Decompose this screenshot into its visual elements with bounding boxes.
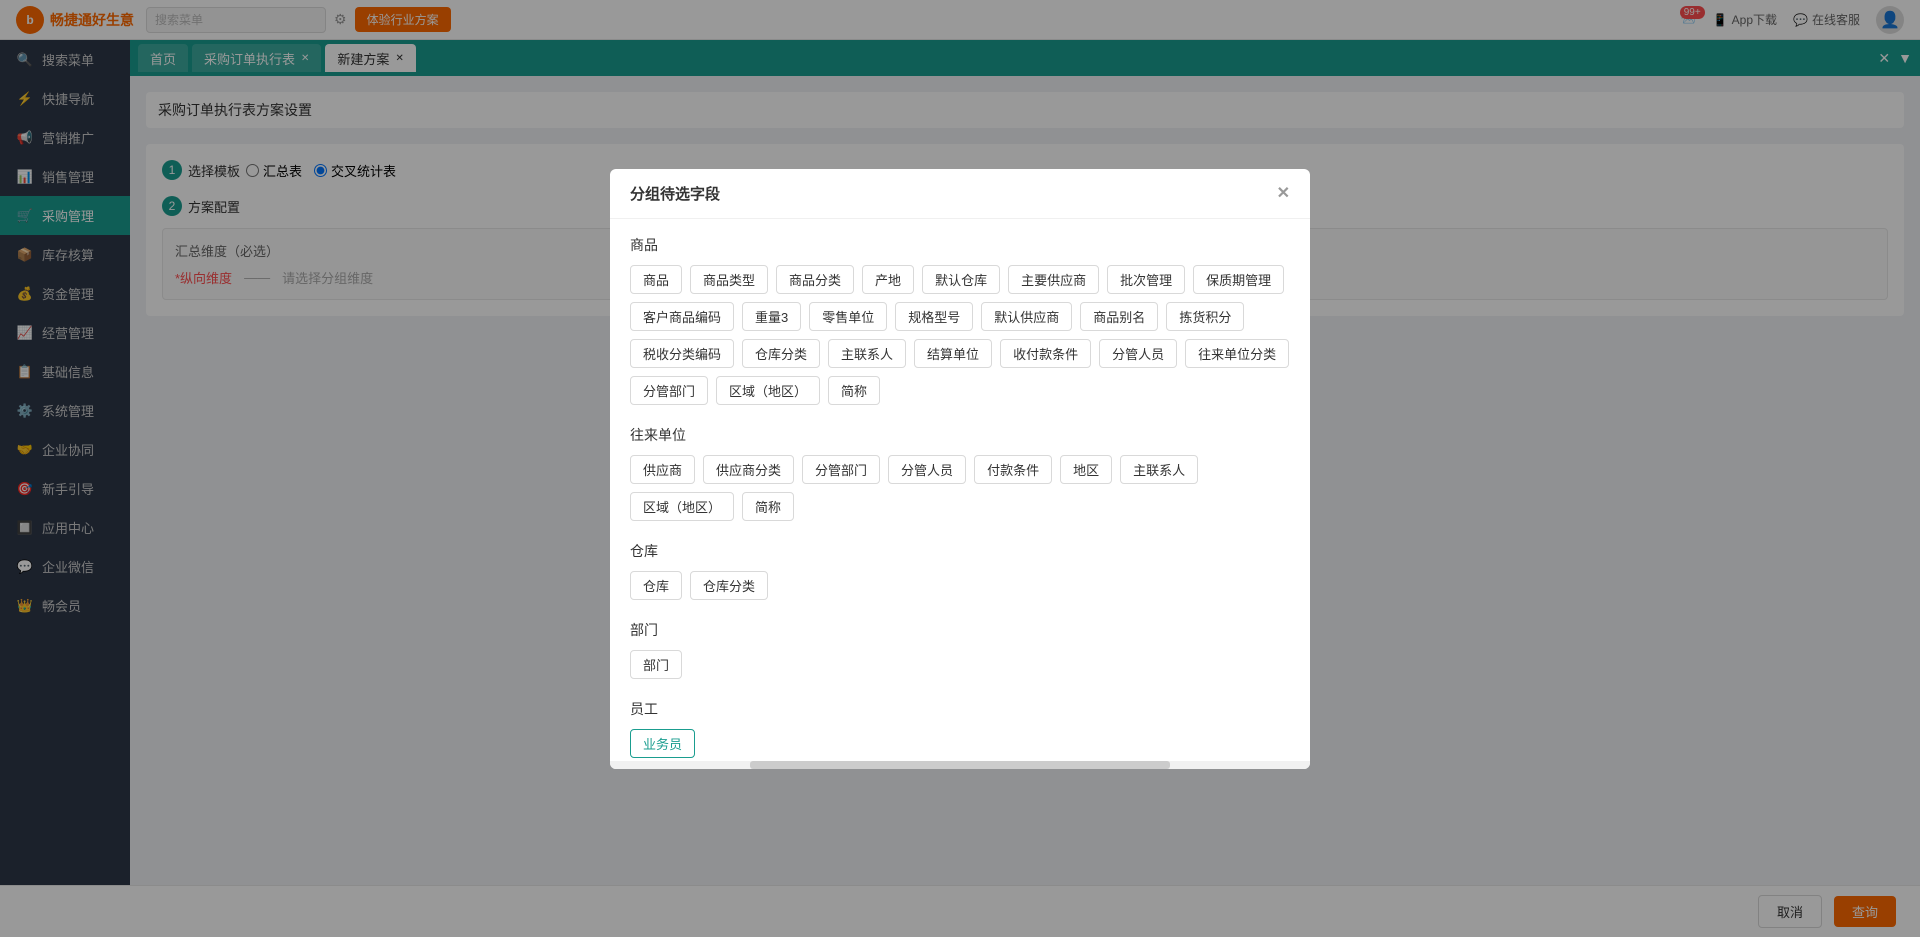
section-warehouse-tags: 仓库 仓库分类 <box>630 571 1290 600</box>
tag-supervisor[interactable]: 分管人员 <box>1099 339 1177 368</box>
section-employee: 员工 业务员 <box>630 699 1290 758</box>
tag-partner-dept[interactable]: 分管部门 <box>802 455 880 484</box>
tag-partner-contact[interactable]: 主联系人 <box>1120 455 1198 484</box>
tag-dept[interactable]: 分管部门 <box>630 376 708 405</box>
tag-warehouse[interactable]: 仓库 <box>630 571 682 600</box>
tag-origin[interactable]: 产地 <box>862 265 914 294</box>
tag-partner-shortname[interactable]: 简称 <box>742 492 794 521</box>
tag-goods[interactable]: 商品 <box>630 265 682 294</box>
tag-partner-category[interactable]: 往来单位分类 <box>1185 339 1289 368</box>
tag-expiry-mgmt[interactable]: 保质期管理 <box>1193 265 1284 294</box>
tag-goods-alias[interactable]: 商品别名 <box>1080 302 1158 331</box>
tag-shortname-goods[interactable]: 简称 <box>828 376 880 405</box>
tag-goods-type[interactable]: 商品类型 <box>690 265 768 294</box>
tag-warehouse-category[interactable]: 仓库分类 <box>742 339 820 368</box>
tag-default-supplier[interactable]: 默认供应商 <box>981 302 1072 331</box>
tag-batch-mgmt[interactable]: 批次管理 <box>1107 265 1185 294</box>
tag-region[interactable]: 区域（地区） <box>716 376 820 405</box>
tag-department[interactable]: 部门 <box>630 650 682 679</box>
section-goods-title: 商品 <box>630 235 1290 255</box>
modal-title: 分组待选字段 <box>630 183 720 204</box>
section-warehouse-title: 仓库 <box>630 541 1290 561</box>
section-goods: 商品 商品 商品类型 商品分类 产地 默认仓库 主要供应商 批次管理 保质期管理… <box>630 235 1290 405</box>
scroll-thumb <box>750 761 1170 769</box>
section-department-title: 部门 <box>630 620 1290 640</box>
tag-goods-category[interactable]: 商品分类 <box>776 265 854 294</box>
section-partner: 往来单位 供应商 供应商分类 分管部门 分管人员 付款条件 地区 主联系人 区域… <box>630 425 1290 521</box>
section-department: 部门 部门 <box>630 620 1290 679</box>
tag-pick-points[interactable]: 拣货积分 <box>1166 302 1244 331</box>
section-employee-title: 员工 <box>630 699 1290 719</box>
modal-overlay: 分组待选字段 ✕ 商品 商品 商品类型 商品分类 产地 默认仓库 主要供应商 批… <box>0 0 1920 937</box>
tag-tax-code[interactable]: 税收分类编码 <box>630 339 734 368</box>
section-partner-tags: 供应商 供应商分类 分管部门 分管人员 付款条件 地区 主联系人 区域（地区） … <box>630 455 1290 521</box>
tag-partner-region[interactable]: 区域（地区） <box>630 492 734 521</box>
tag-payment-terms[interactable]: 收付款条件 <box>1000 339 1091 368</box>
tag-warehouse-cat[interactable]: 仓库分类 <box>690 571 768 600</box>
modal-header: 分组待选字段 ✕ <box>610 169 1310 219</box>
tag-main-contact[interactable]: 主联系人 <box>828 339 906 368</box>
tag-supplier[interactable]: 供应商 <box>630 455 695 484</box>
modal: 分组待选字段 ✕ 商品 商品 商品类型 商品分类 产地 默认仓库 主要供应商 批… <box>610 169 1310 769</box>
section-partner-title: 往来单位 <box>630 425 1290 445</box>
section-goods-tags: 商品 商品类型 商品分类 产地 默认仓库 主要供应商 批次管理 保质期管理 客户… <box>630 265 1290 405</box>
tag-area[interactable]: 地区 <box>1060 455 1112 484</box>
tag-default-warehouse[interactable]: 默认仓库 <box>922 265 1000 294</box>
tag-customer-code[interactable]: 客户商品编码 <box>630 302 734 331</box>
tag-payment-condition[interactable]: 付款条件 <box>974 455 1052 484</box>
modal-body[interactable]: 商品 商品 商品类型 商品分类 产地 默认仓库 主要供应商 批次管理 保质期管理… <box>610 219 1310 761</box>
section-department-tags: 部门 <box>630 650 1290 679</box>
section-employee-tags: 业务员 <box>630 729 1290 758</box>
section-warehouse: 仓库 仓库 仓库分类 <box>630 541 1290 600</box>
tag-retail-unit[interactable]: 零售单位 <box>809 302 887 331</box>
tag-settlement-unit[interactable]: 结算单位 <box>914 339 992 368</box>
tag-weight3[interactable]: 重量3 <box>742 302 801 331</box>
modal-close-btn[interactable]: ✕ <box>1277 183 1290 203</box>
modal-scroll-horizontal[interactable] <box>610 761 1310 769</box>
tag-salesperson[interactable]: 业务员 <box>630 729 695 758</box>
tag-supplier-category[interactable]: 供应商分类 <box>703 455 794 484</box>
tag-main-supplier[interactable]: 主要供应商 <box>1008 265 1099 294</box>
tag-partner-supervisor[interactable]: 分管人员 <box>888 455 966 484</box>
tag-spec-model[interactable]: 规格型号 <box>895 302 973 331</box>
